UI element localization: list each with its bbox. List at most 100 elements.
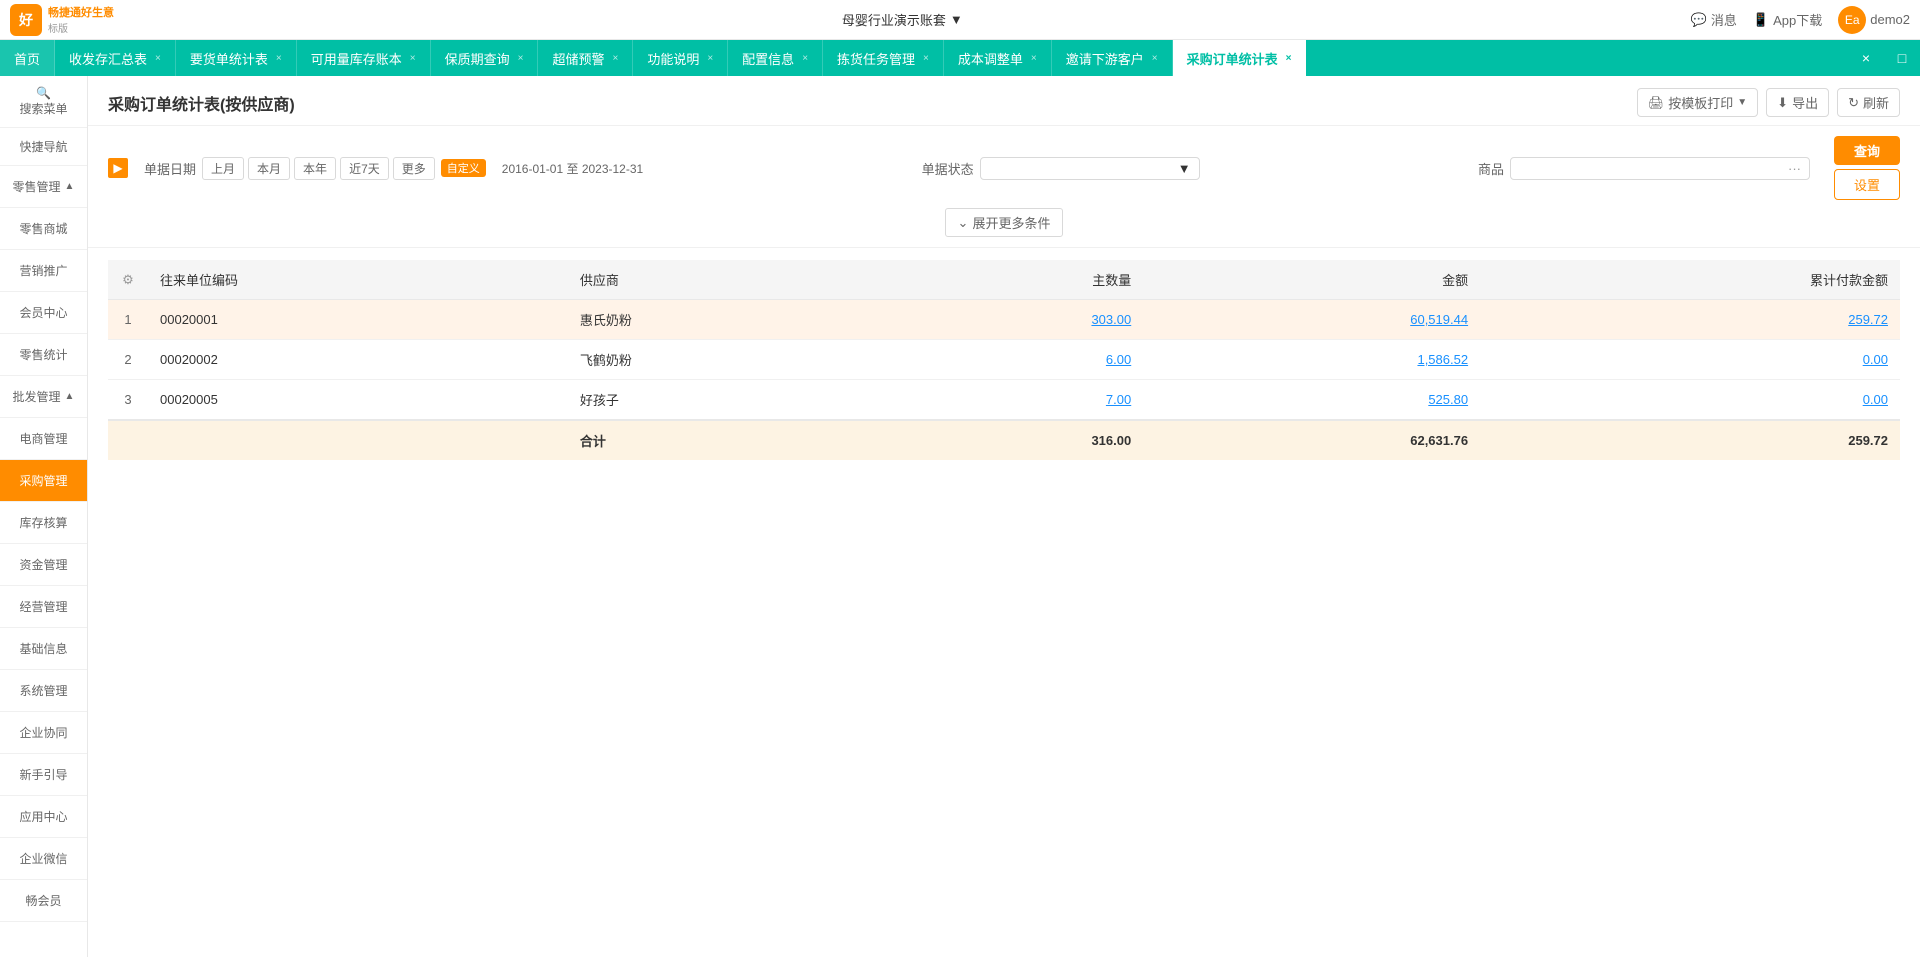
row-index: 1 [108,300,148,340]
column-code: 往来单位编码 [148,260,568,300]
tab-overstock-warning[interactable]: 超储预警 × [538,40,633,76]
sidebar-item-app-center[interactable]: 应用中心 [0,796,87,838]
chevron-down-icon: ⌄ [958,215,969,231]
sidebar-item-operations[interactable]: 经营管理 [0,586,87,628]
close-icon[interactable]: × [276,53,282,64]
close-icon[interactable]: × [612,53,618,64]
export-button[interactable]: ⬇ 导出 [1766,88,1829,117]
chevron-down-icon: ▼ [1737,97,1747,108]
row-amount[interactable]: 1,586.52 [1143,340,1480,380]
sidebar-item-purchase-management[interactable]: 采购管理 [0,460,87,502]
tab-expiry-query[interactable]: 保质期查询 × [431,40,539,76]
sidebar-item-finance[interactable]: 资金管理 [0,544,87,586]
search-icon: 🔍 [8,86,79,100]
tab-purchase-order-stats[interactable]: 采购订单统计表 × [1173,40,1307,76]
refresh-icon: ↻ [1848,95,1859,111]
sidebar-item-ecommerce[interactable]: 电商管理 [0,418,87,460]
close-icon[interactable]: × [518,53,524,64]
sidebar-item-retail-management[interactable]: 零售管理 ▲ [0,166,87,208]
close-icon[interactable]: × [155,53,161,64]
logo-icon: 好 [10,4,42,36]
column-supplier: 供应商 [568,260,881,300]
sidebar: 🔍 搜索菜单 快捷导航 零售管理 ▲ 零售商城 营销推广 会员中心 零售统计 批… [0,76,88,957]
app-download-button[interactable]: 📱 App下载 [1753,10,1822,29]
tab-pick-task[interactable]: 拣货任务管理 × [823,40,944,76]
close-icon[interactable]: × [1031,53,1037,64]
row-amount[interactable]: 60,519.44 [1143,300,1480,340]
row-paid[interactable]: 259.72 [1480,300,1900,340]
sidebar-item-enterprise-wechat[interactable]: 企业微信 [0,838,87,880]
tab-invite-downstream[interactable]: 邀请下游客户 × [1052,40,1173,76]
footer-label: 合计 [568,420,881,460]
message-button[interactable]: 💬 消息 [1691,10,1737,29]
sidebar-item-marketing[interactable]: 营销推广 [0,250,87,292]
row-code: 00020002 [148,340,568,380]
row-supplier: 好孩子 [568,380,881,421]
date-shortcut-more[interactable]: 更多 [393,157,435,180]
message-icon: 💬 [1691,12,1707,28]
filter-toggle-button[interactable]: ▶ [108,158,128,178]
close-all-tabs-button[interactable]: × [1848,40,1884,76]
expand-more-button[interactable]: ⌄ 展开更多条件 [945,208,1064,237]
settings-button[interactable]: 设置 [1834,169,1900,200]
status-select[interactable]: ▼ [980,157,1200,180]
sidebar-item-member-center[interactable]: 会员中心 [0,292,87,334]
date-filter-item: 单据日期 上月 本月 本年 近7天 更多 自定义 [144,157,486,180]
close-icon[interactable]: × [923,53,929,64]
close-icon[interactable]: × [1152,53,1158,64]
date-shortcut-this-year[interactable]: 本年 [294,157,336,180]
close-icon[interactable]: × [1286,53,1292,64]
close-icon[interactable]: × [802,53,808,64]
row-qty[interactable]: 7.00 [881,380,1143,421]
tab-config[interactable]: 配置信息 × [728,40,823,76]
sidebar-item-inventory[interactable]: 库存核算 [0,502,87,544]
sidebar-item-retail-stats[interactable]: 零售统计 [0,334,87,376]
row-index: 2 [108,340,148,380]
content-area: 采购订单统计表(按供应商) 🖨 按模板打印 ▼ ⬇ 导出 ↻ 刷新 [88,76,1920,957]
sidebar-search-menu[interactable]: 🔍 搜索菜单 [0,76,87,128]
filter-row-1: ▶ 单据日期 上月 本月 本年 近7天 更多 自定义 2016-01-01 至 … [108,136,1900,200]
date-shortcuts: 上月 本月 本年 近7天 更多 [202,157,435,180]
refresh-button[interactable]: ↻ 刷新 [1837,88,1900,117]
query-button[interactable]: 查询 [1834,136,1900,165]
workspace-selector[interactable]: 母婴行业演示账套 ▼ [842,10,963,29]
maximize-button[interactable]: □ [1884,40,1920,76]
close-icon[interactable]: × [707,53,713,64]
date-shortcut-last-month[interactable]: 上月 [202,157,244,180]
table-row: 2 00020002 飞鹤奶粉 6.00 1,586.52 0.00 [108,340,1900,380]
print-button[interactable]: 🖨 按模板打印 ▼ [1637,88,1758,117]
tab-order-stats[interactable]: 要货单统计表 × [176,40,297,76]
row-amount[interactable]: 525.80 [1143,380,1480,421]
sidebar-item-basic-info[interactable]: 基础信息 [0,628,87,670]
top-right: 💬 消息 📱 App下载 Ea demo2 [1691,6,1910,34]
date-shortcut-this-month[interactable]: 本月 [248,157,290,180]
date-shortcut-7-days[interactable]: 近7天 [340,157,389,180]
tab-collection-summary[interactable]: 收发存汇总表 × [55,40,176,76]
sidebar-item-enterprise-collab[interactable]: 企业协同 [0,712,87,754]
row-code: 00020005 [148,380,568,421]
tab-home[interactable]: 首页 [0,40,55,76]
goods-input[interactable]: ··· [1510,157,1810,180]
user-area[interactable]: Ea demo2 [1838,6,1910,34]
row-qty[interactable]: 303.00 [881,300,1143,340]
main-layout: 🔍 搜索菜单 快捷导航 零售管理 ▲ 零售商城 营销推广 会员中心 零售统计 批… [0,76,1920,957]
nav-tabs: 首页 收发存汇总表 × 要货单统计表 × 可用量库存账本 × 保质期查询 × 超… [0,40,1920,76]
sidebar-item-members[interactable]: 畅会员 [0,880,87,922]
row-paid[interactable]: 0.00 [1480,340,1900,380]
sidebar-shortcut-nav[interactable]: 快捷导航 [0,128,87,166]
tab-cost-adjust[interactable]: 成本调整单 × [944,40,1052,76]
sidebar-item-newbie-guide[interactable]: 新手引导 [0,754,87,796]
purchase-order-table: ⚙ 往来单位编码 供应商 主数量 金额 [108,260,1900,460]
row-qty[interactable]: 6.00 [881,340,1143,380]
row-paid[interactable]: 0.00 [1480,380,1900,421]
row-supplier: 惠氏奶粉 [568,300,881,340]
tab-available-stock[interactable]: 可用量库存账本 × [297,40,431,76]
close-icon[interactable]: × [410,53,416,64]
custom-date-badge[interactable]: 自定义 [441,159,486,177]
gear-icon[interactable]: ⚙ [122,272,134,287]
sidebar-item-wholesale-management[interactable]: 批发管理 ▲ [0,376,87,418]
chevron-down-icon: ▼ [950,12,963,27]
tab-function-desc[interactable]: 功能说明 × [633,40,728,76]
sidebar-item-retail-mall[interactable]: 零售商城 [0,208,87,250]
sidebar-item-system[interactable]: 系统管理 [0,670,87,712]
